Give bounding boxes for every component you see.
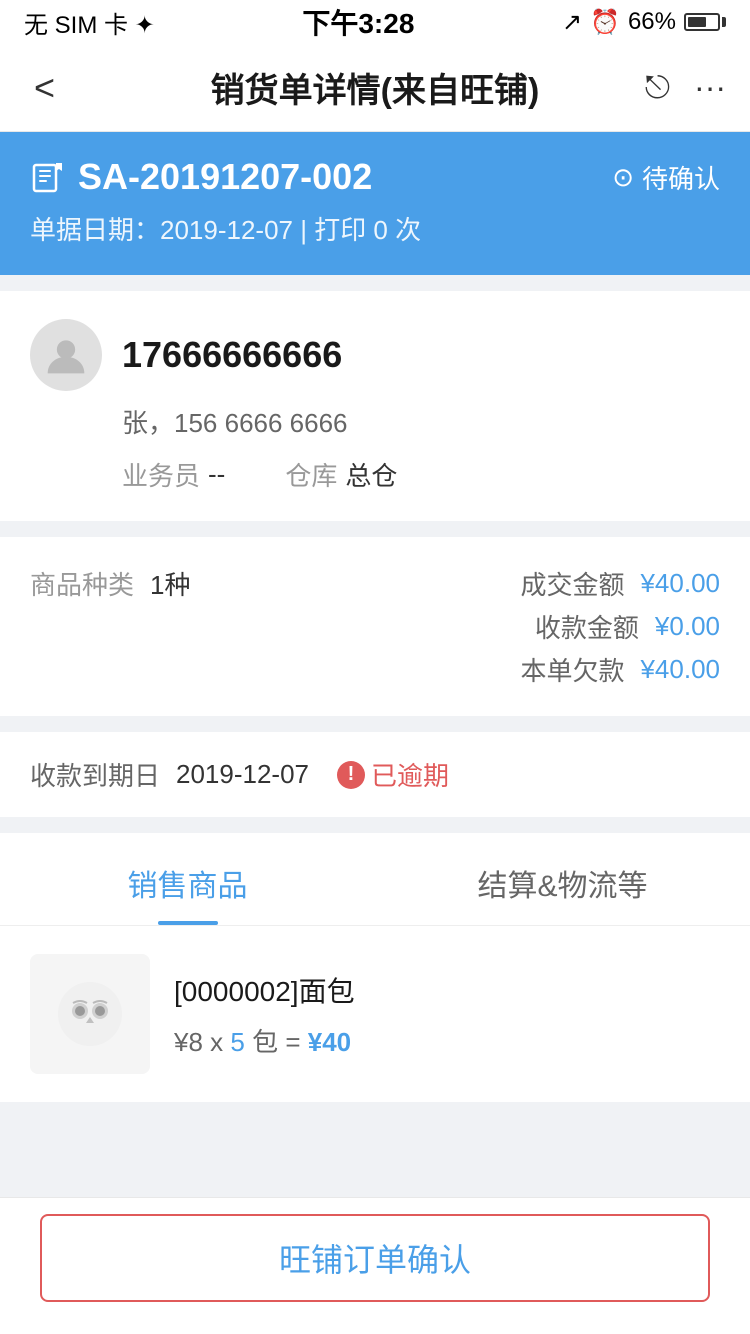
- salesperson-item: 业务员 --: [122, 456, 225, 493]
- product-image: [30, 954, 150, 1074]
- salesperson-label: 业务员: [122, 456, 200, 493]
- nav-bar: < 销货单详情(来自旺铺) ⎋ ···: [0, 44, 750, 132]
- overdue-text: 已逾期: [371, 756, 449, 793]
- balance-value: ¥40.00: [640, 654, 720, 685]
- product-type-info: 商品种类 1种: [30, 565, 520, 602]
- amounts-info: 成交金额 ¥40.00 收款金额 ¥0.00 本单欠款 ¥40.00: [520, 565, 720, 688]
- status-bar: 无 SIM 卡 ✦ 下午3:28 ↗ ⏰ 66%: [0, 0, 750, 44]
- product-image-placeholder: [55, 979, 125, 1049]
- transaction-amount-label: 成交金额: [520, 565, 624, 602]
- collected-amount-row: 收款金额 ¥0.00: [535, 608, 720, 645]
- tab-settlement[interactable]: 结算&物流等: [375, 833, 750, 925]
- page-title: 销货单详情(来自旺铺): [211, 63, 540, 112]
- order-icon: [30, 159, 66, 195]
- status-right: ↗ ⏰ 66%: [562, 8, 726, 37]
- order-date: 单据日期：2019-12-07 | 打印 0 次: [30, 210, 720, 247]
- order-header-card: SA-20191207-002 ⊙ 待确认 单据日期：2019-12-07 | …: [0, 132, 750, 275]
- transaction-amount-value: ¥40.00: [640, 568, 720, 599]
- alarm-icon: ⏰: [590, 8, 620, 37]
- tabs-header: 销售商品 结算&物流等: [0, 833, 750, 926]
- total-price: ¥40: [308, 1027, 351, 1057]
- more-button[interactable]: ···: [694, 69, 726, 106]
- qty: 5: [230, 1027, 244, 1057]
- product-item: [0000002]面包 ¥8 x 5 包 = ¥40: [0, 926, 750, 1102]
- overdue-icon: !: [337, 761, 365, 789]
- nav-actions: ⎋ ···: [645, 69, 726, 107]
- warehouse-label: 仓库: [285, 456, 337, 493]
- customer-phone: 17666666666: [122, 334, 342, 376]
- overdue-badge: ! 已逾期: [337, 756, 449, 793]
- due-date-label: 收款到期日: [30, 756, 160, 793]
- tabs-section: 销售商品 结算&物流等: [0, 833, 750, 1102]
- transaction-amount-row: 成交金额 ¥40.00: [520, 565, 720, 602]
- status-left: 无 SIM 卡 ✦: [24, 5, 155, 40]
- balance-label: 本单欠款: [520, 651, 624, 688]
- clock-icon: ⊙: [612, 162, 634, 193]
- unit: 包: [252, 1027, 278, 1057]
- battery-percent: 66%: [628, 8, 676, 36]
- customer-section: 17666666666 张，156 6666 6666 业务员 -- 仓库 总仓: [0, 291, 750, 521]
- confirm-order-button[interactable]: 旺铺订单确认: [40, 1214, 710, 1302]
- order-number: SA-20191207-002: [30, 156, 372, 198]
- product-type-label: 商品种类: [30, 565, 134, 602]
- signal-icon: ↗: [562, 8, 582, 37]
- tab-sales-products[interactable]: 销售商品: [0, 833, 375, 925]
- warehouse-item: 仓库 总仓: [285, 456, 397, 493]
- salesperson-value: --: [208, 459, 225, 490]
- battery-icon: [684, 13, 726, 31]
- collected-amount-value: ¥0.00: [655, 611, 720, 642]
- balance-row: 本单欠款 ¥40.00: [520, 651, 720, 688]
- collected-amount-label: 收款金额: [535, 608, 639, 645]
- multiply-symbol: x: [210, 1027, 230, 1057]
- bottom-bar: 旺铺订单确认: [0, 1197, 750, 1334]
- product-price: ¥8 x 5 包 = ¥40: [174, 1022, 720, 1059]
- header-top: SA-20191207-002 ⊙ 待确认: [30, 156, 720, 198]
- back-button[interactable]: <: [24, 57, 65, 119]
- warehouse-value: 总仓: [345, 456, 397, 493]
- product-type-value: 1种: [150, 565, 190, 602]
- equals-symbol: =: [285, 1027, 307, 1057]
- due-date-section: 收款到期日 2019-12-07 ! 已逾期: [0, 732, 750, 817]
- customer-name: 张，156 6666 6666: [122, 403, 720, 440]
- summary-section: 商品种类 1种 成交金额 ¥40.00 收款金额 ¥0.00 本单欠款 ¥40.…: [0, 537, 750, 716]
- product-info: [0000002]面包 ¥8 x 5 包 = ¥40: [174, 970, 720, 1059]
- product-name: [0000002]面包: [174, 970, 720, 1010]
- customer-meta: 业务员 -- 仓库 总仓: [122, 456, 720, 493]
- status-time: 下午3:28: [302, 2, 414, 42]
- avatar: [30, 319, 102, 391]
- order-status: ⊙ 待确认: [612, 159, 720, 196]
- share-button[interactable]: ⎋: [645, 69, 670, 107]
- due-date-value: 2019-12-07: [176, 759, 309, 790]
- customer-row: 17666666666: [30, 319, 720, 391]
- unit-price: ¥8: [174, 1027, 203, 1057]
- product-list: [0000002]面包 ¥8 x 5 包 = ¥40: [0, 926, 750, 1102]
- sim-status: 无 SIM 卡 ✦: [24, 5, 155, 40]
